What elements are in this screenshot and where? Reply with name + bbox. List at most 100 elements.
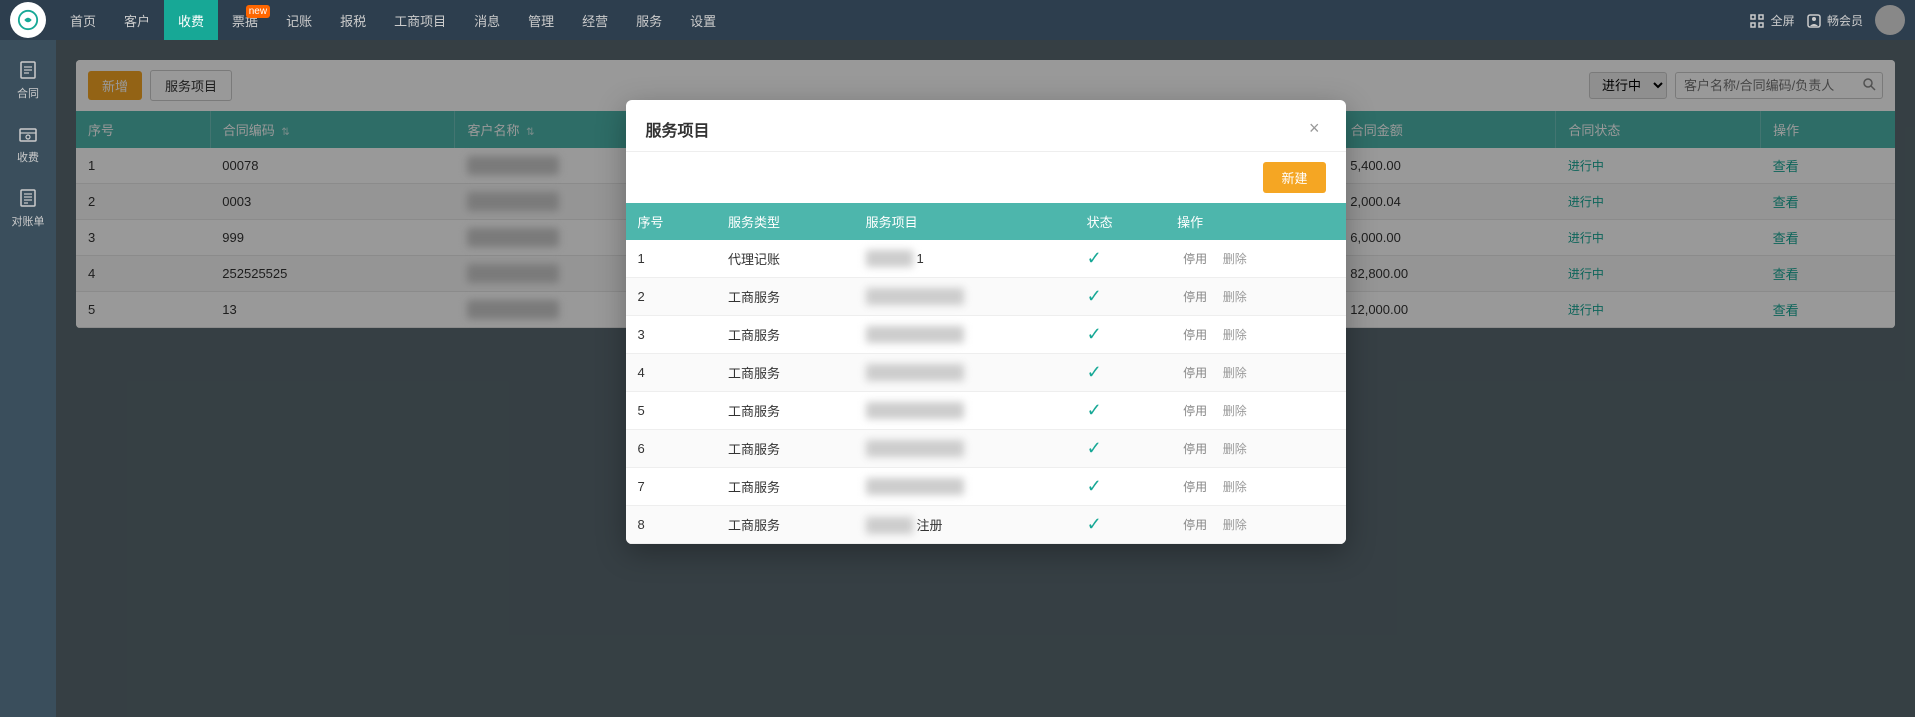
modal-cell-action: 停用 删除 xyxy=(1165,392,1345,430)
modal-overlay: 服务项目 × 新建 序号 服务类型 服务项目 状态 xyxy=(56,40,1915,717)
nav-business[interactable]: 经营 xyxy=(568,0,622,40)
sidebar-label-statement: 对账单 xyxy=(12,213,45,229)
fullscreen-button[interactable]: 全屏 xyxy=(1750,12,1794,29)
modal-cell-seq: 7 xyxy=(626,468,717,506)
main-layout: 合同 收费 对账单 xyxy=(0,40,1915,717)
modal-cell-action: 停用 删除 xyxy=(1165,278,1345,316)
modal-cell-type: 工商服务 xyxy=(716,430,854,468)
modal-toolbar: 新建 xyxy=(626,152,1346,203)
delete-button[interactable]: 删除 xyxy=(1217,476,1253,497)
list-item: 5 工商服务 ✓ 停用 删除 xyxy=(626,392,1346,430)
nav-tax[interactable]: 报税 xyxy=(326,0,380,40)
modal-cell-action: 停用 删除 xyxy=(1165,468,1345,506)
stop-button[interactable]: 停用 xyxy=(1177,248,1213,269)
main-content-area: 新增 服务项目 进行中 全部 已结束 xyxy=(56,40,1915,717)
modal-cell-seq: 8 xyxy=(626,506,717,544)
modal-cell-seq: 1 xyxy=(626,240,717,278)
modal-cell-item xyxy=(854,316,1075,354)
modal-new-button[interactable]: 新建 xyxy=(1263,162,1325,193)
stop-button[interactable]: 停用 xyxy=(1177,286,1213,307)
app-logo xyxy=(10,2,46,38)
nav-commerce[interactable]: 工商项目 xyxy=(380,0,460,40)
modal-cell-item xyxy=(854,468,1075,506)
modal-cell-seq: 2 xyxy=(626,278,717,316)
list-item: 8 工商服务 注册 ✓ 停用 删除 xyxy=(626,506,1346,544)
nav-right-area: 全屏 畅会员 xyxy=(1750,5,1905,35)
modal-cell-type: 工商服务 xyxy=(716,316,854,354)
nav-bookkeeping[interactable]: 记账 xyxy=(272,0,326,40)
stop-button[interactable]: 停用 xyxy=(1177,438,1213,459)
nav-service[interactable]: 服务 xyxy=(622,0,676,40)
top-navigation: 首页 客户 收费 票据 new 记账 报税 工商项目 消息 管理 经营 服务 设… xyxy=(0,0,1915,40)
modal-col-action: 操作 xyxy=(1165,203,1345,240)
list-item: 3 工商服务 ✓ 停用 删除 xyxy=(626,316,1346,354)
nav-invoice[interactable]: 票据 new xyxy=(218,0,272,40)
modal-cell-action: 停用 删除 xyxy=(1165,240,1345,278)
member-button[interactable]: 畅会员 xyxy=(1807,12,1863,29)
contract-icon xyxy=(16,58,40,82)
delete-button[interactable]: 删除 xyxy=(1217,362,1253,383)
sidebar-item-contract[interactable]: 合同 xyxy=(3,50,53,109)
modal-cell-type: 代理记账 xyxy=(716,240,854,278)
modal-cell-action: 停用 删除 xyxy=(1165,506,1345,544)
nav-client[interactable]: 客户 xyxy=(110,0,164,40)
modal-header: 服务项目 × xyxy=(626,100,1346,152)
sidebar-label-fee: 收费 xyxy=(17,149,39,165)
stop-button[interactable]: 停用 xyxy=(1177,514,1213,535)
nav-fee[interactable]: 收费 xyxy=(164,0,218,40)
new-badge: new xyxy=(246,5,270,18)
sidebar-label-contract: 合同 xyxy=(17,85,39,101)
statement-icon xyxy=(16,186,40,210)
modal-cell-item xyxy=(854,278,1075,316)
modal-cell-action: 停用 删除 xyxy=(1165,430,1345,468)
delete-button[interactable]: 删除 xyxy=(1217,286,1253,307)
stop-button[interactable]: 停用 xyxy=(1177,362,1213,383)
modal-col-seq: 序号 xyxy=(626,203,717,240)
list-item: 1 代理记账 1 ✓ 停用 删除 xyxy=(626,240,1346,278)
stop-button[interactable]: 停用 xyxy=(1177,400,1213,421)
modal-cell-seq: 6 xyxy=(626,430,717,468)
modal-cell-type: 工商服务 xyxy=(716,278,854,316)
service-items-table: 序号 服务类型 服务项目 状态 操作 1 代理记账 1 ✓ 停用 删除 2 工商… xyxy=(626,203,1346,544)
modal-cell-status: ✓ xyxy=(1075,430,1166,468)
list-item: 7 工商服务 ✓ 停用 删除 xyxy=(626,468,1346,506)
sidebar-item-statement[interactable]: 对账单 xyxy=(3,178,53,237)
modal-body: 序号 服务类型 服务项目 状态 操作 1 代理记账 1 ✓ 停用 删除 2 工商… xyxy=(626,203,1346,544)
modal-cell-item: 注册 xyxy=(854,506,1075,544)
list-item: 4 工商服务 ✓ 停用 删除 xyxy=(626,354,1346,392)
delete-button[interactable]: 删除 xyxy=(1217,248,1253,269)
modal-cell-status: ✓ xyxy=(1075,316,1166,354)
nav-home[interactable]: 首页 xyxy=(56,0,110,40)
modal-cell-action: 停用 删除 xyxy=(1165,354,1345,392)
modal-cell-status: ✓ xyxy=(1075,240,1166,278)
modal-cell-type: 工商服务 xyxy=(716,468,854,506)
modal-cell-seq: 5 xyxy=(626,392,717,430)
modal-cell-type: 工商服务 xyxy=(716,506,854,544)
nav-manage[interactable]: 管理 xyxy=(514,0,568,40)
modal-cell-status: ✓ xyxy=(1075,354,1166,392)
delete-button[interactable]: 删除 xyxy=(1217,400,1253,421)
modal-cell-status: ✓ xyxy=(1075,392,1166,430)
delete-button[interactable]: 删除 xyxy=(1217,514,1253,535)
modal-title: 服务项目 xyxy=(646,117,710,141)
modal-cell-item xyxy=(854,392,1075,430)
list-item: 2 工商服务 ✓ 停用 删除 xyxy=(626,278,1346,316)
modal-col-item: 服务项目 xyxy=(854,203,1075,240)
list-item: 6 工商服务 ✓ 停用 删除 xyxy=(626,430,1346,468)
delete-button[interactable]: 删除 xyxy=(1217,324,1253,345)
delete-button[interactable]: 删除 xyxy=(1217,438,1253,459)
fee-icon xyxy=(16,122,40,146)
service-items-modal: 服务项目 × 新建 序号 服务类型 服务项目 状态 xyxy=(626,100,1346,544)
user-avatar[interactable] xyxy=(1875,5,1905,35)
modal-cell-type: 工商服务 xyxy=(716,392,854,430)
nav-message[interactable]: 消息 xyxy=(460,0,514,40)
stop-button[interactable]: 停用 xyxy=(1177,476,1213,497)
modal-col-status: 状态 xyxy=(1075,203,1166,240)
sidebar-item-fee[interactable]: 收费 xyxy=(3,114,53,173)
modal-cell-status: ✓ xyxy=(1075,468,1166,506)
modal-close-button[interactable]: × xyxy=(1303,116,1326,141)
modal-cell-item: 1 xyxy=(854,240,1075,278)
stop-button[interactable]: 停用 xyxy=(1177,324,1213,345)
nav-settings[interactable]: 设置 xyxy=(676,0,730,40)
sidebar: 合同 收费 对账单 xyxy=(0,40,56,717)
